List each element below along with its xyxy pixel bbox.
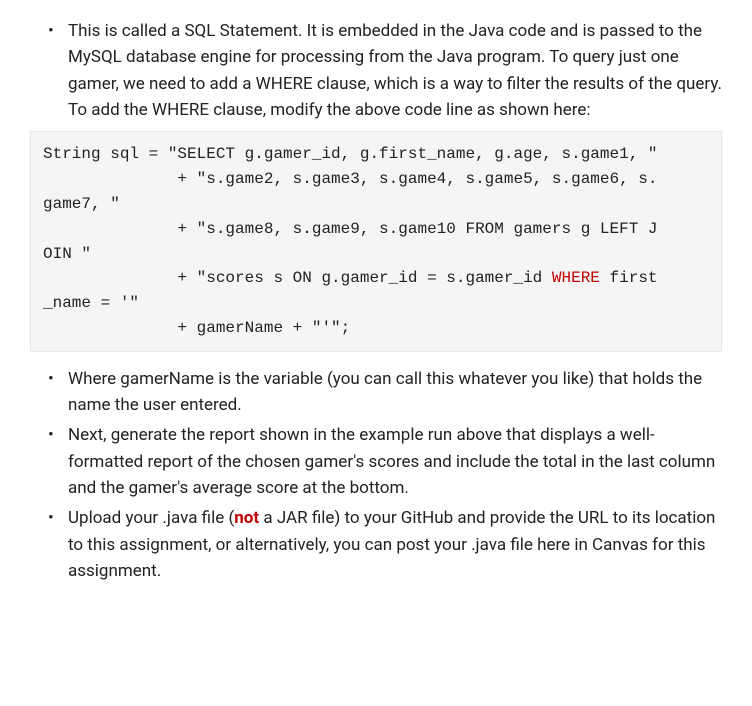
bullet-not-word: not (234, 508, 259, 528)
code-line-3a: + "s.game8, s.game9, s.game10 FROM gamer… (43, 217, 709, 242)
code-line-2a: + "s.game2, s.game3, s.game4, s.game5, s… (43, 167, 709, 192)
bullet-gamer-name: Where gamerName is the variable (you can… (30, 366, 722, 419)
bullet-sql-statement: This is called a SQL Statement. It is em… (30, 18, 722, 123)
bullet-text: This is called a SQL Statement. It is em… (68, 21, 722, 120)
bullet-upload-prefix: Upload your .java file ( (68, 508, 234, 528)
bullet-text: Next, generate the report shown in the e… (68, 425, 715, 498)
code-line-5: + gamerName + "'"; (43, 316, 709, 341)
code-line-2b: game7, " (43, 192, 709, 217)
code-keyword-where: WHERE (552, 269, 600, 287)
code-line-4a-suffix: first (600, 269, 658, 287)
code-line-4b: _name = '" (43, 291, 709, 316)
code-block-sql: String sql = "SELECT g.gamer_id, g.first… (30, 131, 722, 351)
bullet-generate-report: Next, generate the report shown in the e… (30, 422, 722, 501)
code-line-4a-prefix: + "scores s ON g.gamer_id = s.gamer_id (177, 269, 551, 287)
bottom-bullet-list: Where gamerName is the variable (you can… (30, 366, 722, 585)
bullet-text: Where gamerName is the variable (you can… (68, 369, 702, 415)
code-line-4a: + "scores s ON g.gamer_id = s.gamer_id W… (43, 266, 709, 291)
top-bullet-list: This is called a SQL Statement. It is em… (30, 18, 722, 123)
code-line-3b: OIN " (43, 242, 709, 267)
bullet-upload: Upload your .java file (not a JAR file) … (30, 505, 722, 584)
code-line-1: String sql = "SELECT g.gamer_id, g.first… (43, 142, 709, 167)
